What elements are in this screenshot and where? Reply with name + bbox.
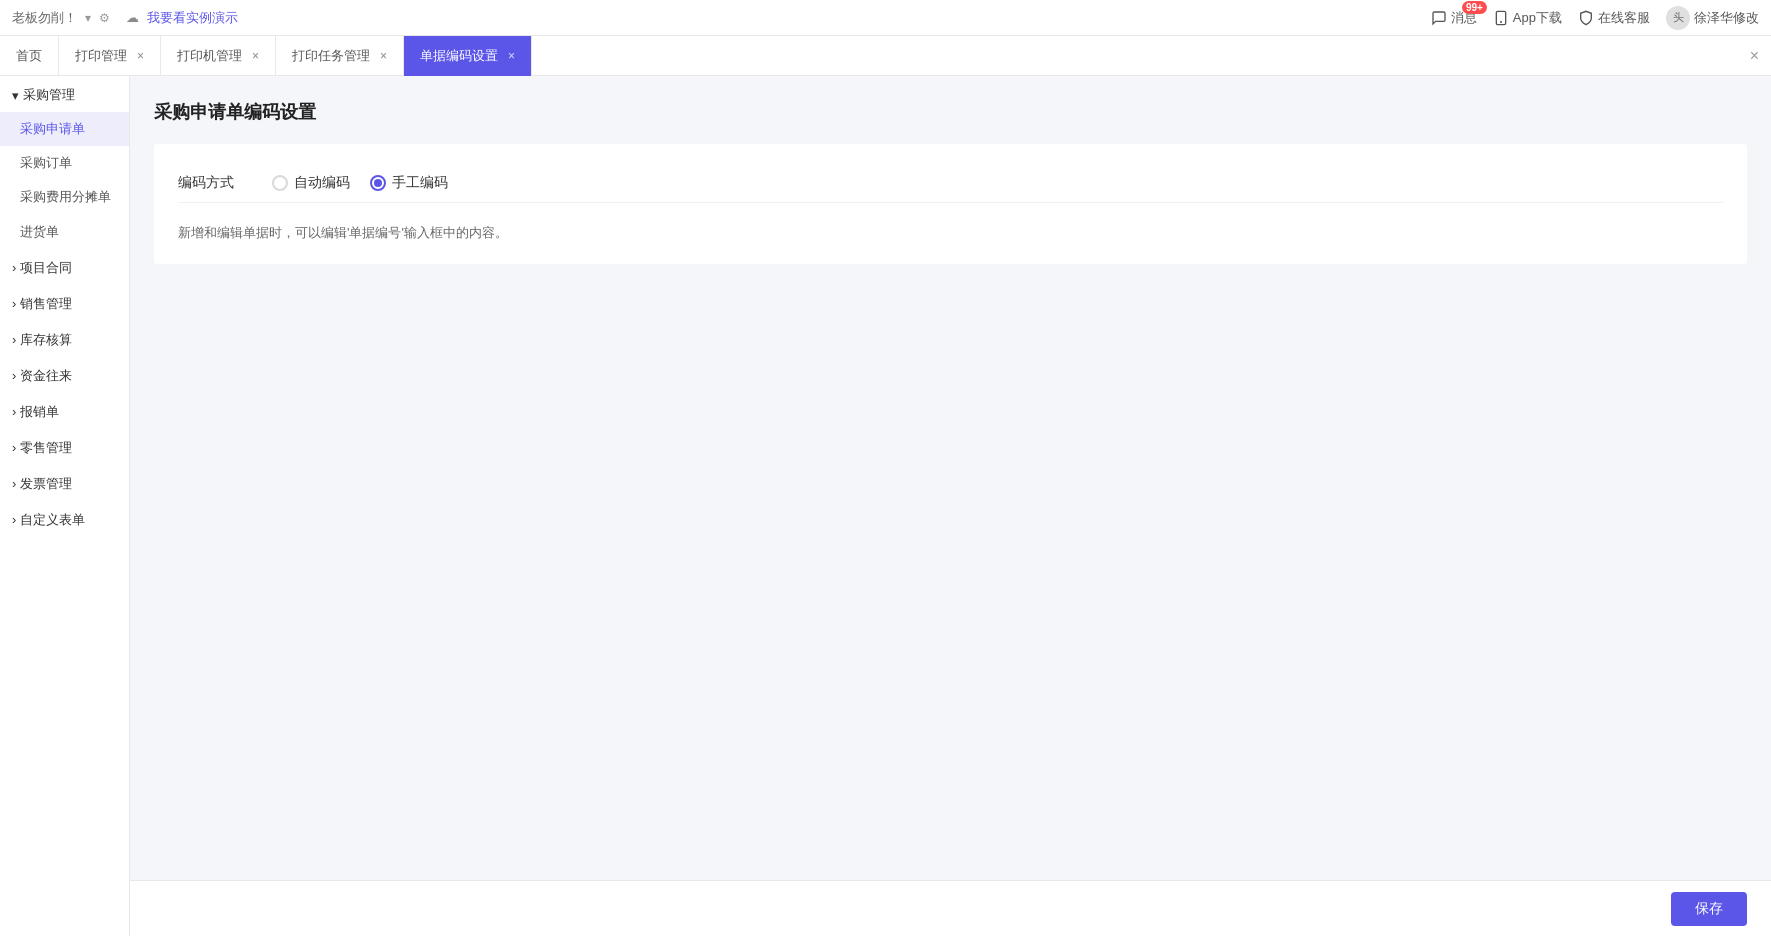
sidebar-group-expense[interactable]: › 报销单 xyxy=(0,393,129,429)
sidebar-item-purchase-incoming[interactable]: 进货单 xyxy=(0,215,129,249)
demo-icon: ☁ xyxy=(126,10,139,25)
tab-printer-management[interactable]: 打印机管理 × xyxy=(161,36,276,76)
sidebar-group-retail[interactable]: › 零售管理 xyxy=(0,429,129,465)
message-badge: 99+ xyxy=(1462,1,1487,14)
avatar: 头 xyxy=(1666,6,1690,30)
sidebar-group-sales[interactable]: › 销售管理 xyxy=(0,285,129,321)
user-name: 徐泽华修改 xyxy=(1694,9,1759,27)
radio-manual[interactable]: 手工编码 xyxy=(370,174,448,192)
sidebar-group-invoice-label: 发票管理 xyxy=(20,475,72,493)
save-button[interactable]: 保存 xyxy=(1671,892,1747,926)
sidebar-group-inventory-arrow: › xyxy=(12,332,16,347)
sidebar-group-invoice-arrow: › xyxy=(12,476,16,491)
sidebar-group-contract-arrow: › xyxy=(12,260,16,275)
sidebar-group-finance-label: 资金往来 xyxy=(20,367,72,385)
sidebar-group-contract[interactable]: › 项目合同 xyxy=(0,249,129,285)
sidebar-group-retail-label: 零售管理 xyxy=(20,439,72,457)
sidebar-group-sales-label: 销售管理 xyxy=(20,295,72,313)
tab-print-task-label: 打印任务管理 xyxy=(292,47,370,65)
online-service-button[interactable]: 在线客服 xyxy=(1578,9,1650,27)
sidebar-item-purchase-request[interactable]: 采购申请单 xyxy=(0,112,129,146)
top-bar: 老板勿削！ ▾ ⚙ ☁ 我要看实例演示 消息 99+ App下载 在线客服 头 … xyxy=(0,0,1771,36)
sidebar-item-purchase-expense[interactable]: 采购费用分摊单 xyxy=(0,180,129,214)
main-content: 采购申请单编码设置 编码方式 自动编码 手工编码 xyxy=(130,76,1771,936)
sidebar: ▾ 采购管理 采购申请单 采购订单 采购费用分摊单 进货单 › 项目合同 › 销… xyxy=(0,76,130,936)
tab-encoding-settings[interactable]: 单据编码设置 × xyxy=(404,36,532,76)
sidebar-group-custom-form-label: 自定义表单 xyxy=(20,511,85,529)
radio-auto-circle xyxy=(272,175,288,191)
radio-auto-label: 自动编码 xyxy=(294,174,350,192)
settings-icon[interactable]: ⚙ xyxy=(99,11,110,25)
page-title: 采购申请单编码设置 xyxy=(154,100,1747,124)
hint-text: 新增和编辑单据时，可以编辑'单据编号'输入框中的内容。 xyxy=(178,223,1723,244)
sidebar-group-inventory-label: 库存核算 xyxy=(20,331,72,349)
online-service-label: 在线客服 xyxy=(1598,9,1650,27)
radio-group: 自动编码 手工编码 xyxy=(272,174,448,192)
app-download-button[interactable]: App下载 xyxy=(1493,9,1562,27)
sidebar-group-custom-form-arrow: › xyxy=(12,512,16,527)
radio-auto[interactable]: 自动编码 xyxy=(272,174,350,192)
sidebar-group-finance[interactable]: › 资金往来 xyxy=(0,357,129,393)
layout: ▾ 采购管理 采购申请单 采购订单 采购费用分摊单 进货单 › 项目合同 › 销… xyxy=(0,76,1771,936)
demo-text[interactable]: 我要看实例演示 xyxy=(147,9,238,27)
footer-bar: 保存 xyxy=(130,880,1771,936)
user-menu-button[interactable]: 头 徐泽华修改 xyxy=(1666,6,1759,30)
tab-encoding-settings-label: 单据编码设置 xyxy=(420,47,498,65)
sidebar-group-expense-arrow: › xyxy=(12,404,16,419)
top-bar-right: 消息 99+ App下载 在线客服 头 徐泽华修改 xyxy=(1431,6,1759,30)
top-bar-left: 老板勿削！ ▾ ⚙ ☁ 我要看实例演示 xyxy=(12,9,238,27)
content-area: 采购申请单编码设置 编码方式 自动编码 手工编码 xyxy=(130,76,1771,880)
sidebar-group-purchase[interactable]: ▾ 采购管理 xyxy=(0,76,129,112)
encoding-row: 编码方式 自动编码 手工编码 xyxy=(178,164,1723,203)
tab-print-management-label: 打印管理 xyxy=(75,47,127,65)
tab-print-management-close[interactable]: × xyxy=(137,49,144,63)
app-download-label: App下载 xyxy=(1513,9,1562,27)
sidebar-group-purchase-label: 采购管理 xyxy=(23,86,75,104)
tab-home[interactable]: 首页 xyxy=(0,36,59,76)
tab-home-label: 首页 xyxy=(16,47,42,65)
tab-printer-management-close[interactable]: × xyxy=(252,49,259,63)
sidebar-group-invoice[interactable]: › 发票管理 xyxy=(0,465,129,501)
tab-bar-close-icon[interactable]: × xyxy=(1750,47,1759,65)
sidebar-group-custom-form[interactable]: › 自定义表单 xyxy=(0,501,129,537)
sidebar-group-sales-arrow: › xyxy=(12,296,16,311)
sidebar-group-finance-arrow: › xyxy=(12,368,16,383)
tab-print-task-close[interactable]: × xyxy=(380,49,387,63)
top-bar-title: 老板勿削！ xyxy=(12,9,77,27)
tab-print-management[interactable]: 打印管理 × xyxy=(59,36,161,76)
tab-print-task[interactable]: 打印任务管理 × xyxy=(276,36,404,76)
tab-bar: 首页 打印管理 × 打印机管理 × 打印任务管理 × 单据编码设置 × × xyxy=(0,36,1771,76)
sidebar-item-purchase-order[interactable]: 采购订单 xyxy=(0,146,129,180)
sidebar-group-purchase-arrow: ▾ xyxy=(12,88,19,103)
encoding-label: 编码方式 xyxy=(178,174,248,192)
chevron-down-icon[interactable]: ▾ xyxy=(85,11,91,25)
sidebar-group-expense-label: 报销单 xyxy=(20,403,59,421)
message-button[interactable]: 消息 99+ xyxy=(1431,9,1477,27)
sidebar-group-inventory[interactable]: › 库存核算 xyxy=(0,321,129,357)
tab-encoding-settings-close[interactable]: × xyxy=(508,49,515,63)
encoding-card: 编码方式 自动编码 手工编码 新增和编辑单据时，可以编辑'单据编号'输入框中的内… xyxy=(154,144,1747,264)
tab-printer-management-label: 打印机管理 xyxy=(177,47,242,65)
sidebar-group-contract-label: 项目合同 xyxy=(20,259,72,277)
radio-manual-circle xyxy=(370,175,386,191)
sidebar-group-retail-arrow: › xyxy=(12,440,16,455)
radio-manual-label: 手工编码 xyxy=(392,174,448,192)
